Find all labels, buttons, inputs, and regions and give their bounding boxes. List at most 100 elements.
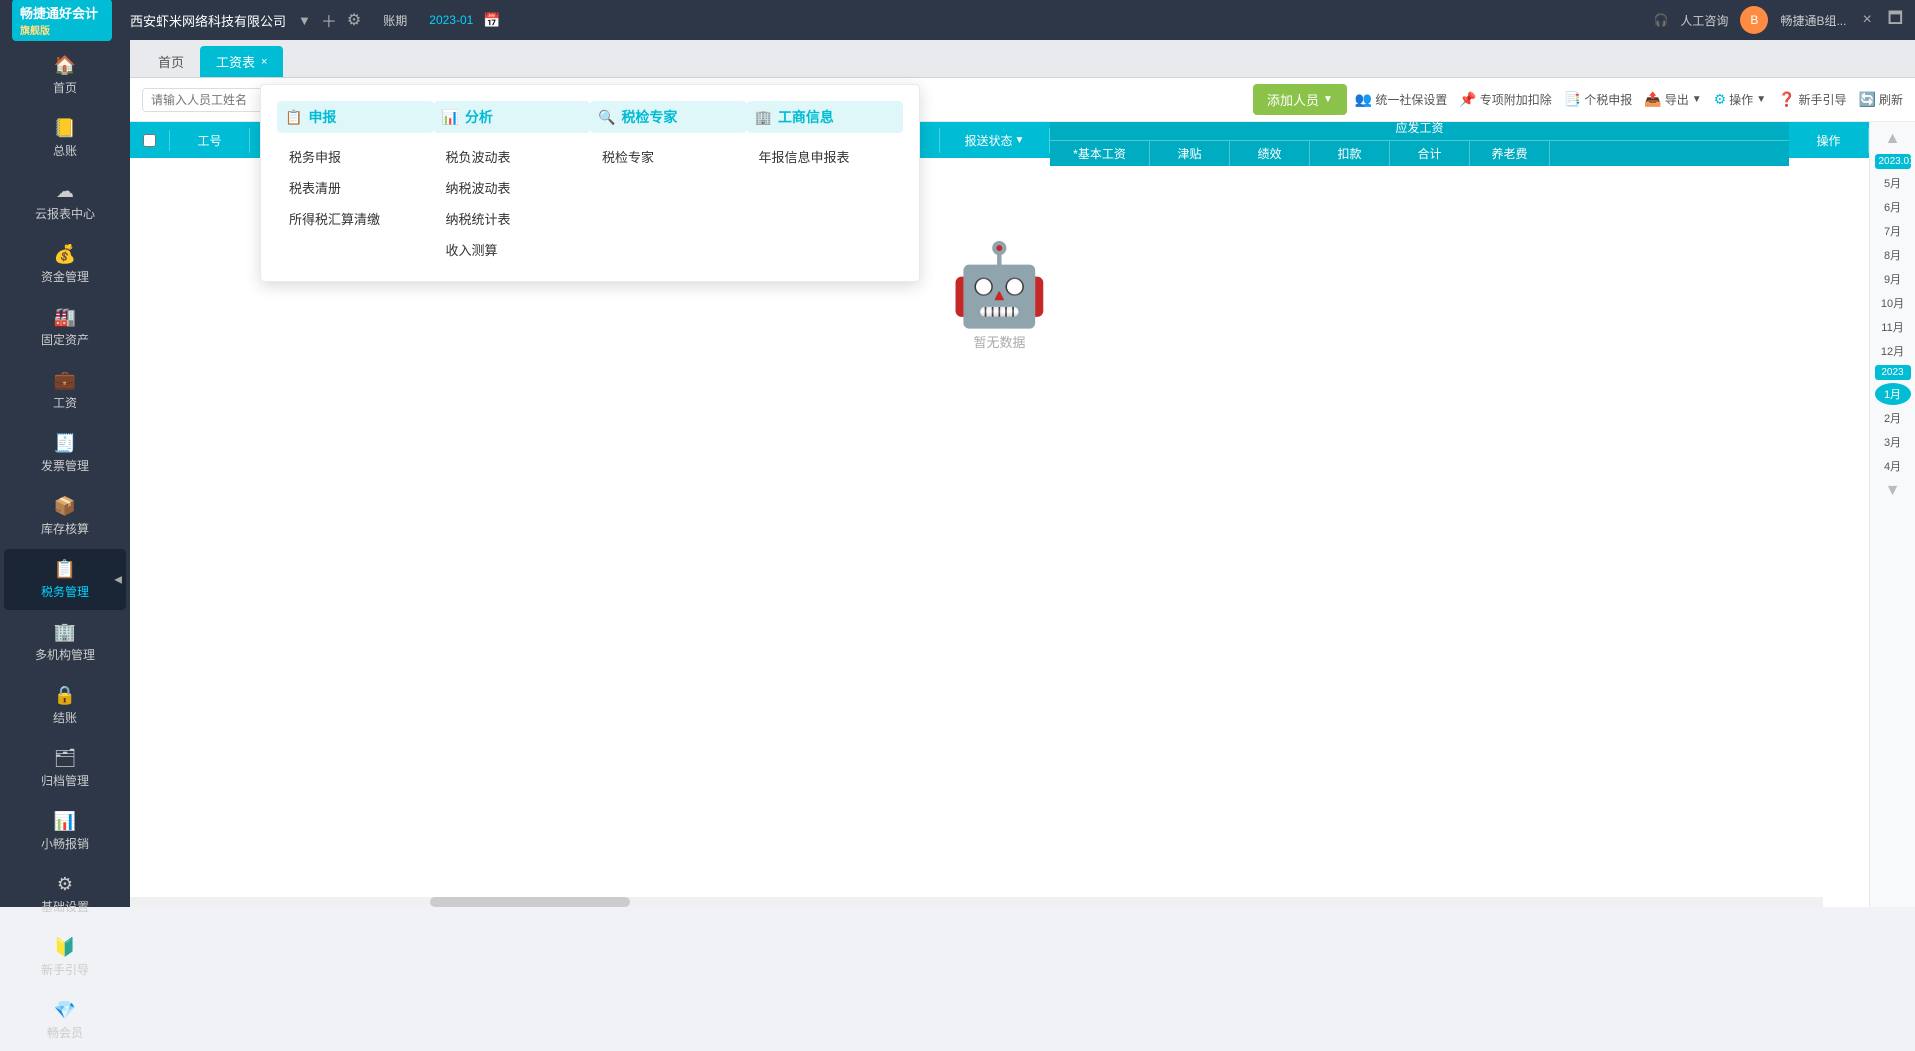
tax-report-button[interactable]: 📑 个税申报	[1564, 91, 1632, 108]
tab-salary-label: 工资表	[216, 52, 255, 71]
tax-icon: 📋	[54, 559, 76, 580]
assets-icon: 🏭	[54, 307, 76, 328]
special-deduct-label: 专项附加扣除	[1480, 91, 1552, 108]
restore-window-button[interactable]: 🗖	[1888, 7, 1903, 34]
analysis-title: 分析	[465, 107, 493, 127]
timeline-month-8[interactable]: 8月	[1875, 244, 1911, 266]
main-layout: 🏠 首页 📒 总账 ☁ 云报表中心 💰 资金管理 🏭 固定资产 💼 工资 🧾 发…	[0, 40, 1915, 907]
sidebar-item-settings[interactable]: ⚙ 基础设置	[4, 864, 126, 925]
timeline-month-3[interactable]: 3月	[1875, 431, 1911, 453]
settings-icon[interactable]: ⚙	[347, 10, 361, 30]
sidebar-item-salary[interactable]: 💼 工资	[4, 360, 126, 421]
refresh-button[interactable]: 🔄 刷新	[1859, 91, 1903, 108]
sidebar-item-ledger[interactable]: 📒 总账	[4, 108, 126, 169]
inventory-icon: 📦	[54, 496, 76, 517]
sidebar-item-invoice[interactable]: 🧾 发票管理	[4, 423, 126, 484]
export-button[interactable]: 📤 导出 ▼	[1644, 91, 1701, 108]
dropdown-item-tax-stat[interactable]: 纳税统计表	[434, 203, 591, 234]
top-bar: 畅捷通好会计 旗舰版 西安虾米网络科技有限公司 ▼ ＋ ⚙ 账期 2023-01…	[0, 0, 1915, 40]
sidebar-label-tax: 税务管理	[41, 583, 89, 600]
th-wage-header: 应发工资	[1050, 122, 1789, 141]
company-dropdown-icon[interactable]: ▼	[298, 13, 311, 28]
salary-icon: 💼	[54, 370, 76, 391]
th-ops: 操作	[1789, 128, 1869, 153]
dropdown-item-tax-fluctuation[interactable]: 纳税波动表	[434, 172, 591, 203]
dropdown-item-expert[interactable]: 税检专家	[590, 141, 747, 172]
sidebar-item-cloud[interactable]: ☁ 云报表中心	[4, 171, 126, 232]
sidebar-item-assets[interactable]: 🏭 固定资产	[4, 297, 126, 358]
scrollbar-thumb[interactable]	[430, 897, 630, 907]
new-guide-label: 新手引导	[1799, 91, 1847, 108]
timeline-month-6[interactable]: 6月	[1875, 196, 1911, 218]
sidebar-label-assets: 固定资产	[41, 331, 89, 348]
dropdown-section-business: 🏢 工商信息 年报信息申报表	[747, 101, 904, 265]
sidebar-item-multi[interactable]: 🏢 多机构管理	[4, 612, 126, 673]
sidebar-item-inventory[interactable]: 📦 库存核算	[4, 486, 126, 547]
calendar-icon[interactable]: 📅	[483, 12, 500, 29]
operations-icon: ⚙	[1714, 91, 1727, 108]
add-company-icon[interactable]: ＋	[321, 8, 337, 32]
select-all-checkbox[interactable]	[143, 134, 156, 147]
sidebar-item-close[interactable]: 🔒 结账	[4, 675, 126, 736]
dropdown-item-tax-form[interactable]: 税表清册	[277, 172, 434, 203]
social-insurance-icon: 👥	[1355, 91, 1372, 108]
main-content: 首页 工资表 × 🔍 添加人员 ▼ 👥 统一社保设置	[130, 40, 1915, 907]
timeline-month-2[interactable]: 2月	[1875, 407, 1911, 429]
timeline-month-4[interactable]: 4月	[1875, 455, 1911, 477]
tab-home[interactable]: 首页	[142, 46, 200, 77]
th-checkbox[interactable]	[130, 130, 170, 151]
timeline-month-10[interactable]: 10月	[1875, 292, 1911, 314]
timeline-month-12[interactable]: 12月	[1875, 340, 1911, 362]
add-person-arrow: ▼	[1323, 94, 1333, 105]
tab-home-label: 首页	[158, 52, 184, 71]
user-name[interactable]: 畅捷通B组...	[1780, 12, 1846, 29]
dropdown-title-business: 🏢 工商信息	[747, 101, 904, 133]
sidebar-label-inventory: 库存核算	[41, 520, 89, 537]
sidebar-item-archive[interactable]: 🗂 归档管理	[4, 738, 126, 799]
dropdown-item-income-calc[interactable]: 收入测算	[434, 234, 591, 265]
timeline-nav-up[interactable]: ▲	[1881, 126, 1905, 152]
dropdown-title-expert: 🔍 税检专家	[590, 101, 747, 133]
tab-salary-close[interactable]: ×	[261, 56, 267, 68]
operations-button[interactable]: ⚙ 操作 ▼	[1714, 91, 1766, 108]
timeline-month-7[interactable]: 7月	[1875, 220, 1911, 242]
top-bar-right: 🎧 人工咨询 B 畅捷通B组... × 🗖	[1653, 6, 1903, 34]
operations-label: 操作	[1729, 91, 1753, 108]
sidebar-item-report[interactable]: 📊 小畅报销	[4, 801, 126, 862]
sidebar-label-guide: 新手引导	[41, 961, 89, 978]
add-person-button[interactable]: 添加人员 ▼	[1253, 84, 1347, 115]
social-insurance-button[interactable]: 👥 统一社保设置	[1355, 91, 1447, 108]
cloud-icon: ☁	[56, 181, 74, 202]
sidebar-item-guide[interactable]: 🔰 新手引导	[4, 927, 126, 988]
dropdown-item-income-tax[interactable]: 所得税汇算清缴	[277, 203, 434, 234]
timeline-month-1[interactable]: 1月	[1875, 383, 1911, 405]
special-deduct-button[interactable]: 📌 专项附加扣除	[1459, 91, 1551, 108]
dropdown-item-tax-burden[interactable]: 税负波动表	[434, 141, 591, 172]
timeline-nav-down[interactable]: ▼	[1881, 478, 1905, 504]
tax-report-label: 个税申报	[1584, 91, 1632, 108]
period-label: 账期	[383, 12, 407, 29]
sidebar-label-funds: 资金管理	[41, 268, 89, 285]
dropdown-item-annual-report[interactable]: 年报信息申报表	[747, 141, 904, 172]
tab-salary[interactable]: 工资表 ×	[200, 46, 283, 77]
dropdown-section-analysis: 📊 分析 税负波动表 纳税波动表 纳税统计表 收入测算	[434, 101, 591, 265]
dropdown-item-tax-declare[interactable]: 税务申报	[277, 141, 434, 172]
timeline-month-9[interactable]: 9月	[1875, 268, 1911, 290]
help-label[interactable]: 人工咨询	[1680, 12, 1728, 29]
new-guide-button[interactable]: ❓ 新手引导	[1778, 91, 1846, 108]
sidebar-label-invoice: 发票管理	[41, 457, 89, 474]
th-wage-area: 应发工资 *基本工资 津贴 绩效 扣款 合计 养老费	[1050, 122, 1789, 166]
sidebar-item-tax[interactable]: 📋 税务管理 ◀	[4, 549, 126, 610]
sidebar-label-archive: 归档管理	[41, 772, 89, 789]
horizontal-scrollbar[interactable]	[130, 897, 1823, 907]
sidebar-item-member[interactable]: 💎 畅会员	[4, 990, 126, 1051]
sidebar-item-home[interactable]: 🏠 首页	[4, 45, 126, 106]
export-arrow-icon: ▼	[1692, 94, 1702, 105]
sidebar-item-funds[interactable]: 💰 资金管理	[4, 234, 126, 295]
timeline-month-5[interactable]: 5月	[1875, 172, 1911, 194]
timeline-month-11[interactable]: 11月	[1875, 316, 1911, 338]
timeline-year-2023: 2023	[1875, 365, 1911, 380]
sidebar-label-home: 首页	[53, 79, 77, 96]
report-filter-icon[interactable]: ▼	[1015, 135, 1025, 146]
close-window-button[interactable]: ×	[1862, 11, 1871, 29]
